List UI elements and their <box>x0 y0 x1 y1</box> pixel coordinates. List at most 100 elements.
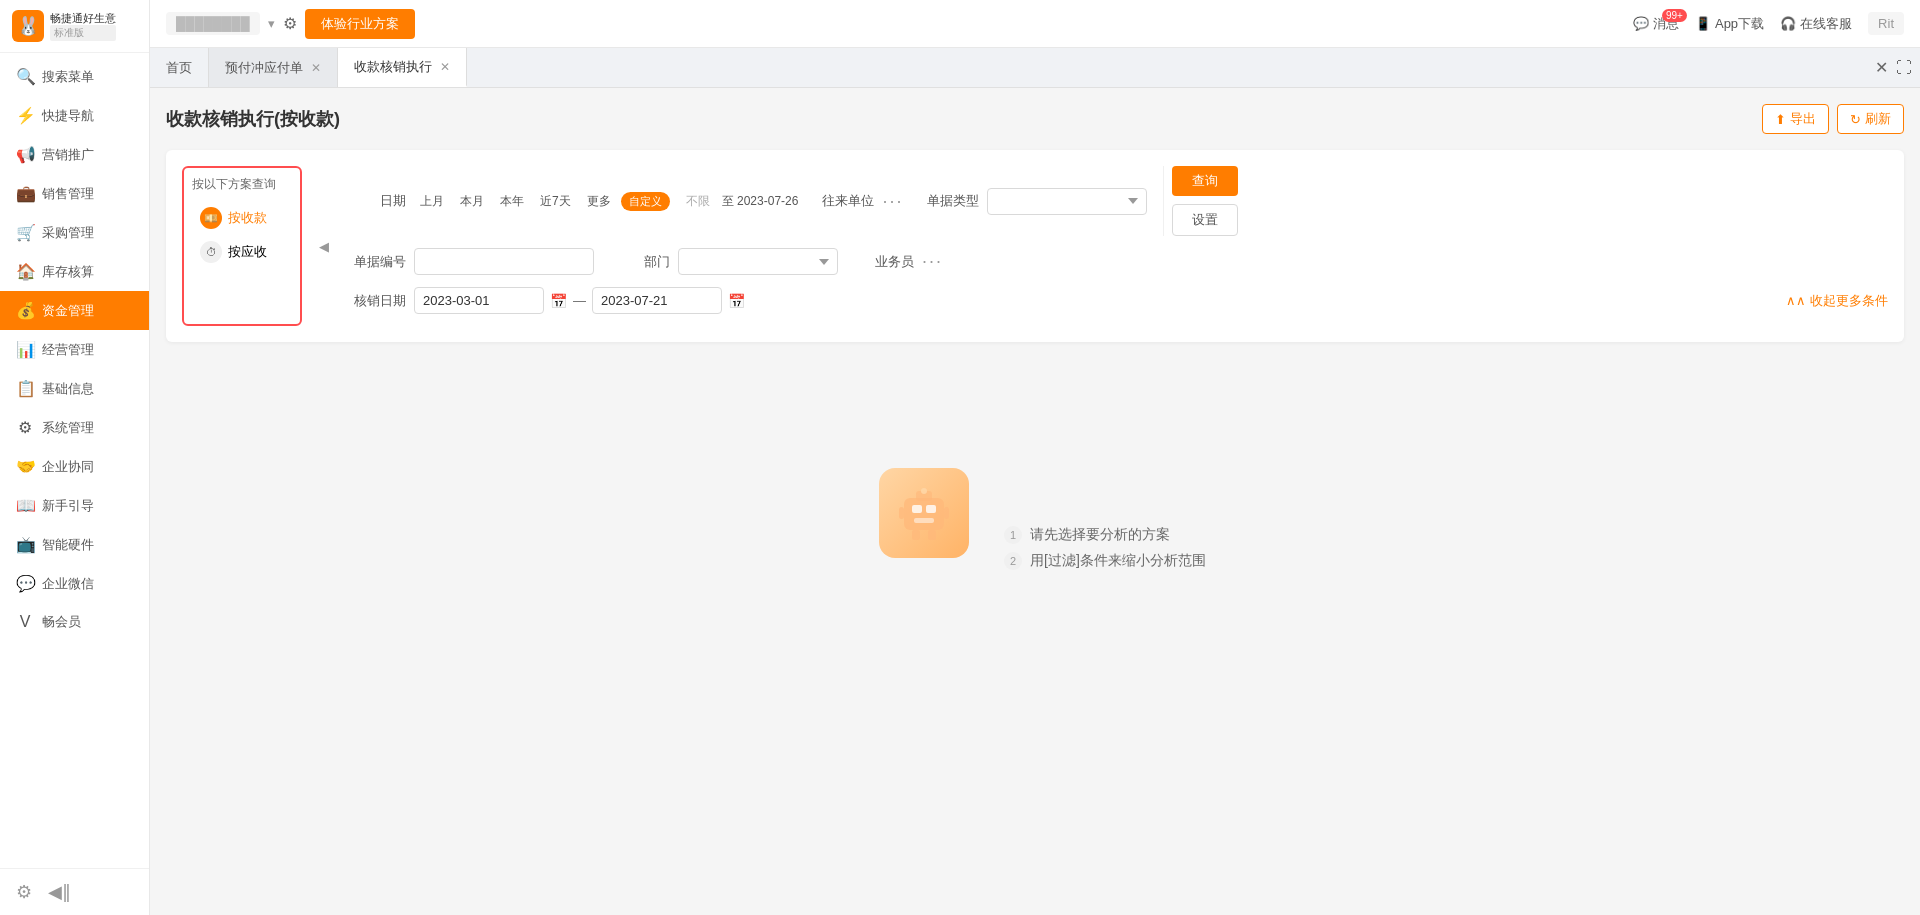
sidebar-item-sales[interactable]: 💼 销售管理 <box>0 174 149 213</box>
quick-nav-icon: ⚡ <box>16 106 34 125</box>
filter-row-3: 核销日期 📅 — 📅 ∧∧ 收起更多条件 <box>346 287 1888 314</box>
company-dropdown-icon[interactable]: ▾ <box>268 16 275 31</box>
collapse-more-btn[interactable]: ∧∧ 收起更多条件 <box>1786 292 1888 310</box>
sidebar-item-finance[interactable]: 💰 资金管理 <box>0 291 149 330</box>
empty-text: 1 请先选择要分析的方案 2 用[过滤]条件来缩小分析范围 <box>1004 526 1206 578</box>
topbar-gear-icon[interactable]: ⚙ <box>283 14 297 33</box>
sidebar-item-collab[interactable]: 🤝 企业协同 <box>0 447 149 486</box>
tab-home[interactable]: 首页 <box>150 48 209 87</box>
sidebar-item-basic[interactable]: 📋 基础信息 <box>0 369 149 408</box>
sidebar: 🐰 畅捷通好生意 标准版 🔍 搜索菜单 ⚡ 快捷导航 📢 营销推广 💼 销售管理… <box>0 0 150 915</box>
svg-rect-2 <box>926 505 936 513</box>
user-area[interactable]: Rit <box>1868 12 1904 35</box>
app-download-btn[interactable]: 📱 App下载 <box>1695 15 1764 33</box>
query-btn[interactable]: 查询 <box>1172 166 1238 196</box>
company-name: ████████ <box>176 16 250 31</box>
counterpart-select-btn[interactable]: ··· <box>882 191 903 212</box>
online-service-btn[interactable]: 🎧 在线客服 <box>1780 15 1852 33</box>
sidebar-item-guide[interactable]: 📖 新手引导 <box>0 486 149 525</box>
management-icon: 📊 <box>16 340 34 359</box>
filter-row-2: 单据编号 部门 业务员 ··· <box>346 248 1888 275</box>
sidebar-item-label: 经营管理 <box>42 341 94 359</box>
verify-date-field: 核销日期 📅 — 📅 <box>346 287 745 314</box>
tab-prepay-close[interactable]: ✕ <box>311 61 321 75</box>
svg-rect-5 <box>944 507 949 519</box>
guide-icon: 📖 <box>16 496 34 515</box>
sidebar-item-label: 智能硬件 <box>42 536 94 554</box>
date-last-month[interactable]: 上月 <box>414 191 450 212</box>
sidebar-item-purchase[interactable]: 🛒 采购管理 <box>0 213 149 252</box>
message-btn[interactable]: 💬 消息 99+ <box>1633 15 1679 33</box>
date-more[interactable]: 更多 <box>581 191 617 212</box>
date-7days[interactable]: 近7天 <box>534 191 577 212</box>
staff-select-btn[interactable]: ··· <box>922 251 943 272</box>
verify-date-end-icon[interactable]: 📅 <box>728 293 745 309</box>
sidebar-item-hardware[interactable]: 📺 智能硬件 <box>0 525 149 564</box>
settings-bottom-icon[interactable]: ⚙ <box>16 881 32 903</box>
doctype-field: 单据类型 <box>919 188 1147 215</box>
sidebar-item-label: 资金管理 <box>42 302 94 320</box>
settings-btn[interactable]: 设置 <box>1172 204 1238 236</box>
sidebar-item-quick[interactable]: ⚡ 快捷导航 <box>0 96 149 135</box>
service-icon: 🎧 <box>1780 16 1796 31</box>
sidebar-item-label: 快捷导航 <box>42 107 94 125</box>
counterpart-field: 往来单位 ··· <box>814 191 903 212</box>
search-icon: 🔍 <box>16 67 34 86</box>
close-all-tabs-icon[interactable]: ✕ <box>1875 58 1888 77</box>
industry-btn[interactable]: 体验行业方案 <box>305 9 415 39</box>
sidebar-item-marketing[interactable]: 📢 营销推广 <box>0 135 149 174</box>
topbar-right: 💬 消息 99+ 📱 App下载 🎧 在线客服 Rit <box>1633 12 1904 35</box>
sidebar-item-label: 企业协同 <box>42 458 94 476</box>
filter-panel: 按以下方案查询 💴 按收款 ⏱ 按应收 ◀ 日期 <box>166 150 1904 342</box>
topbar-left: ████████ ▾ ⚙ 体验行业方案 <box>166 9 415 39</box>
sidebar-item-member[interactable]: V 畅会员 <box>0 603 149 641</box>
sidebar-item-label: 畅会员 <box>42 613 81 631</box>
sidebar-item-label: 新手引导 <box>42 497 94 515</box>
filter-sidebar-title: 按以下方案查询 <box>192 176 292 193</box>
date-shortcuts: 上月 本月 本年 近7天 更多 自定义 <box>414 191 670 212</box>
filter-option-by-receivable[interactable]: ⏱ 按应收 <box>192 235 292 269</box>
dept-label: 部门 <box>610 253 670 271</box>
docno-input[interactable] <box>414 248 594 275</box>
step-1-text: 请先选择要分析的方案 <box>1030 526 1170 544</box>
tab-verify-close[interactable]: ✕ <box>440 60 450 74</box>
verify-date-end[interactable] <box>592 287 722 314</box>
sidebar-item-search[interactable]: 🔍 搜索菜单 <box>0 57 149 96</box>
filter-collapse-btn[interactable]: ◀ <box>314 166 334 326</box>
svg-rect-3 <box>914 518 934 523</box>
tab-actions: ✕ ⛶ <box>1875 58 1920 77</box>
date-range-separator: — <box>573 293 586 308</box>
filter-option-by-receipt[interactable]: 💴 按收款 <box>192 201 292 235</box>
doctype-select[interactable] <box>987 188 1147 215</box>
refresh-btn[interactable]: ↻ 刷新 <box>1837 104 1904 134</box>
company-selector[interactable]: ████████ <box>166 12 260 35</box>
sales-icon: 💼 <box>16 184 34 203</box>
svg-rect-0 <box>904 498 944 530</box>
export-btn[interactable]: ⬆ 导出 <box>1762 104 1829 134</box>
logo-tag: 标准版 <box>50 25 116 41</box>
date-this-year[interactable]: 本年 <box>494 191 530 212</box>
sidebar-item-management[interactable]: 📊 经营管理 <box>0 330 149 369</box>
date-custom[interactable]: 自定义 <box>621 192 670 211</box>
svg-rect-6 <box>912 530 920 540</box>
dept-select[interactable] <box>678 248 838 275</box>
member-icon: V <box>16 613 34 631</box>
verify-date-start-icon[interactable]: 📅 <box>550 293 567 309</box>
tab-prepay[interactable]: 预付冲应付单 ✕ <box>209 48 338 87</box>
date-this-month[interactable]: 本月 <box>454 191 490 212</box>
receivable-option-label: 按应收 <box>228 243 267 261</box>
marketing-icon: 📢 <box>16 145 34 164</box>
message-icon: 💬 <box>1633 16 1649 31</box>
app-icon: 📱 <box>1695 16 1711 31</box>
sidebar-item-inventory[interactable]: 🏠 库存核算 <box>0 252 149 291</box>
collapse-sidebar-icon[interactable]: ◀‖ <box>48 881 71 903</box>
receipt-option-label: 按收款 <box>228 209 267 227</box>
tab-verify[interactable]: 收款核销执行 ✕ <box>338 48 467 87</box>
sidebar-item-wechat[interactable]: 💬 企业微信 <box>0 564 149 603</box>
sidebar-item-label: 采购管理 <box>42 224 94 242</box>
verify-date-start[interactable] <box>414 287 544 314</box>
expand-tab-icon[interactable]: ⛶ <box>1896 59 1912 77</box>
export-icon: ⬆ <box>1775 112 1786 127</box>
svg-rect-4 <box>899 507 904 519</box>
sidebar-item-system[interactable]: ⚙ 系统管理 <box>0 408 149 447</box>
